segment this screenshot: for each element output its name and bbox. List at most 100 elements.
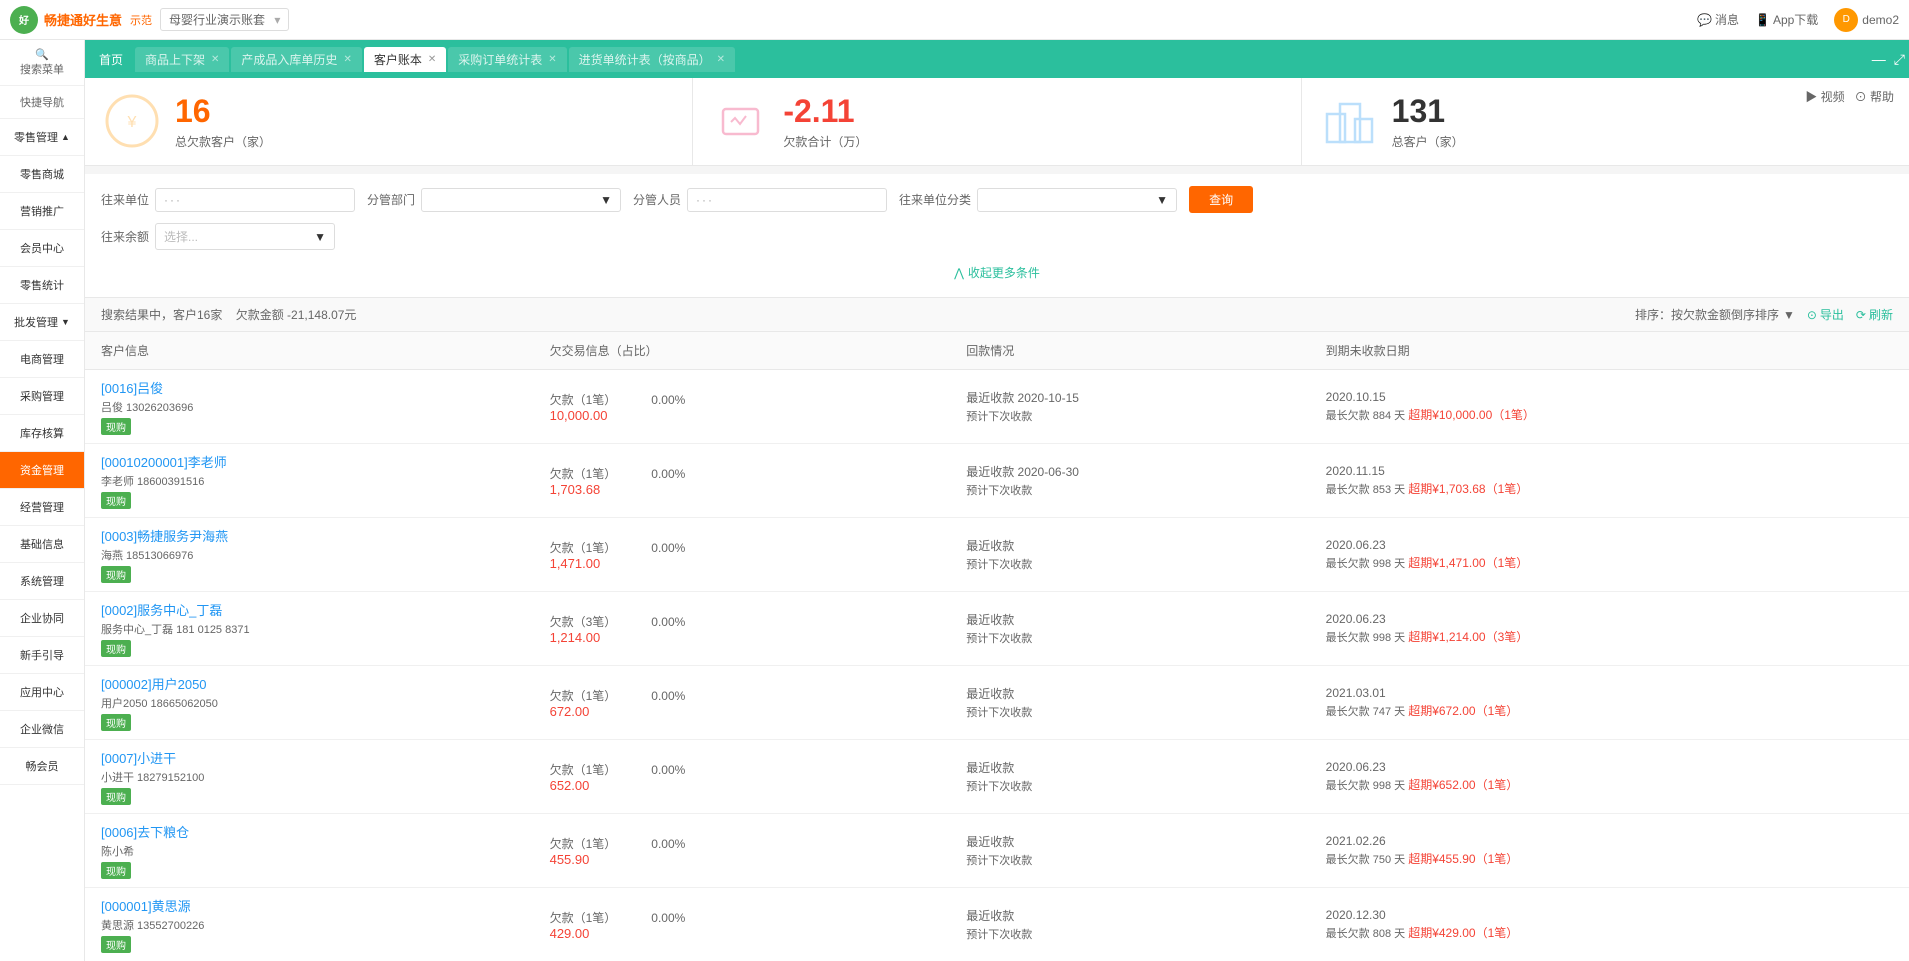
customer-name-link[interactable]: [0002]服务中心_丁磊 bbox=[101, 600, 518, 619]
customer-tag: 现购 bbox=[101, 640, 131, 657]
due-date: 2021.03.01 bbox=[1326, 686, 1893, 700]
close-icon-5[interactable]: ✕ bbox=[717, 54, 725, 65]
sidebar-item-retail-stats[interactable]: 零售统计 bbox=[0, 267, 84, 304]
overdue-link[interactable]: 超期¥652.00（1笔） bbox=[1408, 778, 1518, 792]
sidebar-item-newbie[interactable]: 新手引导 bbox=[0, 637, 84, 674]
tab-import-stats[interactable]: 进货单统计表（按商品） ✕ bbox=[569, 47, 735, 72]
due-date: 2020.06.23 bbox=[1326, 612, 1893, 626]
debt-info-cell: 欠款（1笔） 1,471.00 0.00% bbox=[534, 518, 951, 592]
overdue-link[interactable]: 超期¥1,471.00（1笔） bbox=[1408, 556, 1528, 570]
debt-amount: 455.90 bbox=[550, 852, 617, 867]
overdue-link[interactable]: 超期¥455.90（1笔） bbox=[1408, 852, 1518, 866]
customer-name-link[interactable]: [0007]小进干 bbox=[101, 748, 518, 767]
sidebar-item-retail-mgmt[interactable]: 零售管理 ▲ bbox=[0, 119, 84, 156]
app-name: 畅捷通好生意 bbox=[44, 10, 122, 29]
collapse-filter-btn[interactable]: ⋀ 收起更多条件 bbox=[101, 260, 1893, 285]
last-payment: 最近收款 bbox=[966, 907, 1293, 924]
tab-goods-status[interactable]: 商品上下架 ✕ bbox=[135, 47, 229, 72]
sidebar-item-vip[interactable]: 畅会员 bbox=[0, 748, 84, 785]
sort-selector[interactable]: 排序：按欠款金额倒序排序 ▼ bbox=[1635, 306, 1795, 323]
company-selector[interactable]: 母婴行业演示账套 ▾ bbox=[160, 8, 289, 31]
recovery-cell: 最近收款 预计下次收款 bbox=[950, 740, 1309, 814]
due-date-cell: 2021.02.26 最长欠款 750 天 超期¥455.90（1笔） bbox=[1310, 814, 1909, 888]
balance-select[interactable]: 选择... ▼ bbox=[155, 223, 335, 250]
sidebar-item-enterprise-wechat[interactable]: 企业微信 bbox=[0, 711, 84, 748]
sidebar-quick-nav[interactable]: 快捷导航 bbox=[0, 86, 84, 119]
customer-name-link[interactable]: [000002]用户2050 bbox=[101, 674, 518, 693]
last-payment: 最近收款 bbox=[966, 611, 1293, 628]
sidebar-item-enterprise[interactable]: 企业协同 bbox=[0, 600, 84, 637]
customer-phone: 黄思源 13552700226 bbox=[101, 917, 518, 933]
customer-tag: 现购 bbox=[101, 788, 131, 805]
overdue-link[interactable]: 超期¥1,214.00（3笔） bbox=[1408, 630, 1528, 644]
debt-pct: 0.00% bbox=[651, 393, 685, 407]
tab-home[interactable]: 首页 bbox=[89, 47, 133, 72]
content-area: 首页 商品上下架 ✕ 产成品入库单历史 ✕ 客户账本 ✕ 采购订单统计表 ✕ 进… bbox=[85, 40, 1909, 961]
table-row: [000002]用户2050 用户2050 18665062050 现购 欠款（… bbox=[85, 666, 1909, 740]
customer-info-cell: [0016]吕俊 吕俊 13026203696 现购 bbox=[85, 370, 534, 444]
logo-area: 好 畅捷通好生意 bbox=[10, 6, 122, 34]
tab-product-history[interactable]: 产成品入库单历史 ✕ bbox=[231, 47, 361, 72]
max-days: 最长欠款 998 天 超期¥652.00（1笔） bbox=[1326, 776, 1893, 793]
debt-count: 欠款（1笔） bbox=[550, 465, 617, 482]
close-icon-2[interactable]: ✕ bbox=[343, 54, 351, 65]
last-payment: 最近收款 bbox=[966, 833, 1293, 850]
tab-bar-right: — ⤢ bbox=[1872, 51, 1905, 68]
next-payment: 预计下次收款 bbox=[966, 778, 1293, 794]
customer-name-link[interactable]: [0003]畅捷服务尹海燕 bbox=[101, 526, 518, 545]
table-header-row: 客户信息 欠交易信息（占比） 回款情况 到期未收款日期 bbox=[85, 332, 1909, 370]
due-date-cell: 2020.06.23 最长欠款 998 天 超期¥652.00（1笔） bbox=[1310, 740, 1909, 814]
customer-name-link[interactable]: [0006]去下粮仓 bbox=[101, 822, 518, 841]
unit-category-select[interactable]: ▼ bbox=[977, 188, 1177, 212]
department-select[interactable]: ▼ bbox=[421, 188, 621, 212]
maximize-icon[interactable]: ⤢ bbox=[1894, 51, 1905, 68]
customer-phone: 服务中心_丁磊 181 0125 8371 bbox=[101, 621, 518, 637]
help-btn[interactable]: ⊙ 帮助 bbox=[1855, 88, 1894, 105]
sidebar-item-marketing[interactable]: 营销推广 bbox=[0, 193, 84, 230]
user-area[interactable]: D demo2 bbox=[1834, 8, 1899, 32]
message-btn[interactable]: 💬 消息 bbox=[1697, 11, 1739, 28]
customer-phone: 李老师 18600391516 bbox=[101, 473, 518, 489]
last-payment: 最近收款 bbox=[966, 759, 1293, 776]
debt-info-cell: 欠款（1笔） 455.90 0.00% bbox=[534, 814, 951, 888]
next-payment: 预计下次收款 bbox=[966, 408, 1293, 424]
close-icon-4[interactable]: ✕ bbox=[548, 54, 556, 65]
sidebar-item-inventory[interactable]: 库存核算 bbox=[0, 415, 84, 452]
sidebar-item-batch-mgmt[interactable]: 批发管理 ▼ bbox=[0, 304, 84, 341]
app-download-btn[interactable]: 📱 App下载 bbox=[1755, 11, 1818, 28]
customers-icon bbox=[1322, 94, 1377, 149]
sidebar-item-retail-mall[interactable]: 零售商城 bbox=[0, 156, 84, 193]
sidebar-item-purchase[interactable]: 采购管理 bbox=[0, 378, 84, 415]
customer-name-link[interactable]: [00010200001]李老师 bbox=[101, 452, 518, 471]
sidebar-item-operations[interactable]: 经营管理 bbox=[0, 489, 84, 526]
sidebar-search[interactable]: 🔍 搜索菜单 bbox=[0, 40, 84, 86]
overdue-link[interactable]: 超期¥1,703.68（1笔） bbox=[1408, 482, 1528, 496]
export-btn[interactable]: ⊙ 导出 bbox=[1807, 306, 1844, 323]
manager-input[interactable]: ··· bbox=[687, 188, 887, 212]
sidebar-item-system[interactable]: 系统管理 bbox=[0, 563, 84, 600]
customer-phone: 用户2050 18665062050 bbox=[101, 695, 518, 711]
sidebar-item-ecommerce[interactable]: 电商管理 bbox=[0, 341, 84, 378]
video-btn[interactable]: ▶ 视频 bbox=[1805, 88, 1844, 105]
overdue-link[interactable]: 超期¥10,000.00（1笔） bbox=[1408, 408, 1535, 422]
from-unit-input[interactable]: ··· bbox=[155, 188, 355, 212]
close-icon-3[interactable]: ✕ bbox=[428, 54, 436, 65]
tab-customer-account[interactable]: 客户账本 ✕ bbox=[364, 47, 446, 72]
refresh-btn[interactable]: ⟳ 刷新 bbox=[1856, 306, 1893, 323]
overdue-link[interactable]: 超期¥429.00（1笔） bbox=[1408, 926, 1518, 940]
next-payment: 预计下次收款 bbox=[966, 482, 1293, 498]
customer-name-link[interactable]: [0016]吕俊 bbox=[101, 378, 518, 397]
sidebar-item-member[interactable]: 会员中心 bbox=[0, 230, 84, 267]
main-layout: 🔍 搜索菜单 快捷导航 零售管理 ▲ 零售商城 营销推广 会员中心 零售统计 批… bbox=[0, 40, 1909, 961]
tab-purchase-order[interactable]: 采购订单统计表 ✕ bbox=[448, 47, 566, 72]
sidebar-item-app-center[interactable]: 应用中心 bbox=[0, 674, 84, 711]
overdue-link[interactable]: 超期¥672.00（1笔） bbox=[1408, 704, 1518, 718]
customer-name-link[interactable]: [000001]黄思源 bbox=[101, 896, 518, 915]
col-header-debt: 欠交易信息（占比） bbox=[534, 332, 951, 370]
search-button[interactable]: 查询 bbox=[1189, 186, 1253, 213]
close-icon[interactable]: ✕ bbox=[211, 54, 219, 65]
sidebar-item-basic-info[interactable]: 基础信息 bbox=[0, 526, 84, 563]
customer-info-cell: [000001]黄思源 黄思源 13552700226 现购 bbox=[85, 888, 534, 961]
sidebar-item-finance[interactable]: 资金管理 bbox=[0, 452, 84, 489]
minimize-icon[interactable]: — bbox=[1872, 51, 1886, 68]
